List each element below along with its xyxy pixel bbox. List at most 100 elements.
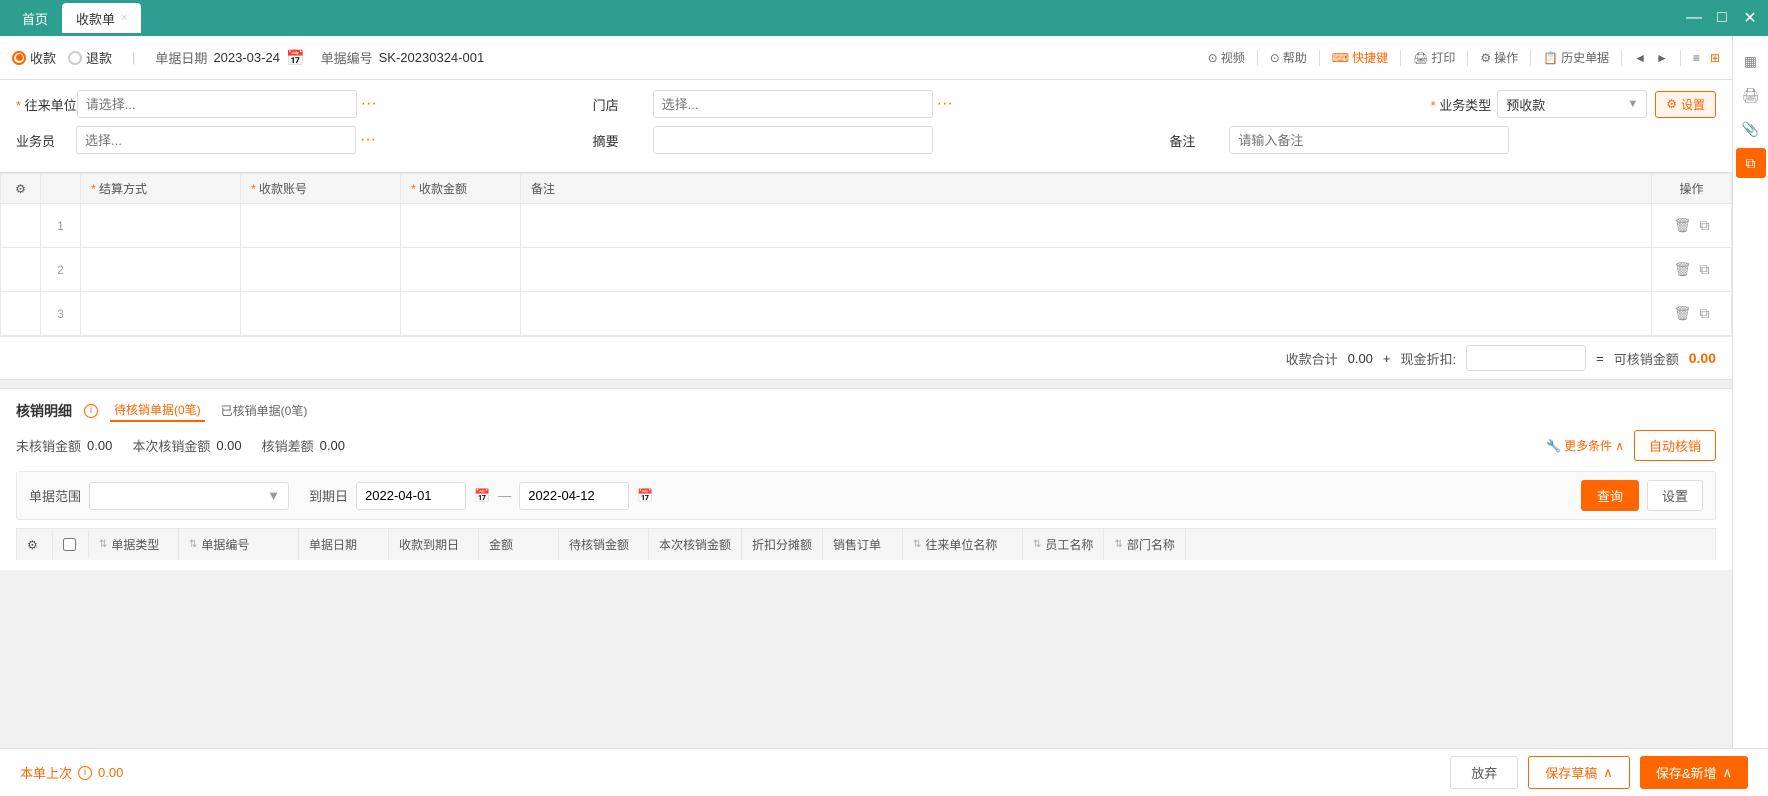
form-row-1: 往来单位 ··· 门店 ··· 业务类型 预收款 ▼ ⚙ 设置 — [16, 90, 1716, 118]
sidebar-screen-icon[interactable]: ⧉ — [1736, 148, 1766, 178]
store-input[interactable] — [653, 90, 933, 118]
verify-tab-done[interactable]: 已核销单据(0笔) — [217, 400, 312, 421]
delete-icon-1[interactable]: 🗑 — [1674, 217, 1692, 234]
td-jiesuan-2[interactable] — [81, 248, 241, 292]
sort-icon-num: ⇅ — [189, 539, 197, 550]
available-value: 0.00 — [1689, 350, 1716, 366]
unchecked-label: 未核销金额 — [16, 436, 81, 455]
td-remark-3[interactable] — [521, 292, 1652, 336]
biz-type-select[interactable]: 预收款 ▼ — [1497, 90, 1647, 118]
staff-field: 业务员 ··· — [16, 126, 563, 154]
doc-date-label: 单据日期 — [155, 48, 207, 67]
due-start-cal-icon[interactable]: 📅 — [474, 488, 490, 504]
maximize-button[interactable]: □ — [1712, 9, 1732, 27]
shortcut-link[interactable]: ⌨ 快捷键 — [1332, 49, 1388, 66]
tab-receipt[interactable]: 收款单 × — [62, 3, 141, 33]
td-jiesuan-3[interactable] — [81, 292, 241, 336]
history-link[interactable]: 📋 历史单据 — [1543, 49, 1609, 66]
td-jiesuan-1[interactable] — [81, 204, 241, 248]
window-close-button[interactable]: ✕ — [1740, 8, 1760, 28]
remark-input[interactable] — [1229, 126, 1509, 154]
th-account: 收款账号 — [241, 174, 401, 204]
discard-button[interactable]: 放弃 — [1450, 756, 1518, 789]
select-all-checkbox[interactable] — [63, 538, 76, 551]
doc-date-calendar-icon[interactable]: 📅 — [286, 49, 305, 67]
tab-home[interactable]: 首页 — [8, 3, 62, 33]
video-link[interactable]: ⊙ 视频 — [1208, 49, 1245, 66]
help-link[interactable]: ⊙ 帮助 — [1270, 49, 1307, 66]
divider6 — [1621, 50, 1622, 66]
copy-icon-3[interactable]: ⧉ — [1699, 305, 1709, 322]
td-remark-1[interactable] — [521, 204, 1652, 248]
tab-receipt-label: 收款单 — [76, 9, 115, 28]
save-draft-button[interactable]: 保存草稿 ∧ — [1528, 756, 1630, 789]
table-section: ⚙ 结算方式 收款账号 收款金额 备注 — [0, 173, 1732, 336]
sub-th-dept: ⇅ 部门名称 — [1104, 529, 1185, 560]
sub-th-setting[interactable]: ⚙ — [17, 531, 53, 559]
auto-verify-button[interactable]: 自动核销 — [1634, 430, 1716, 461]
menu-icon[interactable]: ≡ — [1693, 51, 1700, 65]
sub-settings-button[interactable]: 设置 — [1647, 480, 1703, 511]
query-button[interactable]: 查询 — [1581, 480, 1639, 511]
action-icons-1: 🗑 ⧉ — [1662, 217, 1721, 234]
expand-icon[interactable]: ⊞ — [1710, 51, 1720, 65]
th-setting[interactable]: ⚙ — [1, 174, 41, 204]
delete-icon-3[interactable]: 🗑 — [1674, 305, 1692, 322]
delete-icon-2[interactable]: 🗑 — [1674, 261, 1692, 278]
form-settings-button[interactable]: ⚙ 设置 — [1655, 91, 1716, 118]
discount-input[interactable] — [1466, 345, 1586, 371]
nav-prev-icon[interactable]: ◄ — [1634, 51, 1646, 65]
store-more-btn[interactable]: ··· — [937, 96, 953, 112]
radio-refund[interactable]: 退款 — [68, 48, 112, 67]
counter-party-more-btn[interactable]: ··· — [361, 96, 377, 112]
save-new-button[interactable]: 保存&新增 ∧ — [1640, 756, 1748, 789]
sub-th-doc-date: 单据日期 — [299, 529, 389, 560]
verify-header: 核销明细 i 待核销单据(0笔) 已核销单据(0笔) — [16, 399, 1716, 422]
prev-info-icon[interactable]: i — [78, 766, 92, 780]
verify-info-icon[interactable]: i — [84, 404, 98, 418]
due-end-input[interactable] — [519, 482, 629, 510]
td-remark-2[interactable] — [521, 248, 1652, 292]
sidebar-table-icon[interactable]: ▦ — [1736, 46, 1766, 76]
sub-th-pending: 待核销金额 — [559, 529, 649, 560]
divider5 — [1530, 50, 1531, 66]
doc-range-select[interactable]: ▼ — [89, 482, 289, 510]
due-start-input[interactable] — [356, 482, 466, 510]
doc-type-radio-group: 收款 退款 — [12, 48, 112, 67]
td-account-3[interactable] — [241, 292, 401, 336]
settings-gear-icon: ⚙ — [1666, 97, 1677, 111]
divider4 — [1467, 50, 1468, 66]
sort-icon-staff: ⇅ — [1033, 539, 1041, 550]
td-amount-1[interactable] — [401, 204, 521, 248]
td-amount-3[interactable] — [401, 292, 521, 336]
sidebar-attach-icon[interactable]: 📎 — [1736, 114, 1766, 144]
staff-input[interactable] — [76, 126, 356, 154]
copy-icon-2[interactable]: ⧉ — [1699, 261, 1709, 278]
verify-tab-pending[interactable]: 待核销单据(0笔) — [110, 399, 205, 422]
sidebar-print-icon[interactable]: 🖨 — [1736, 80, 1766, 110]
staff-more-btn[interactable]: ··· — [360, 132, 376, 148]
due-end-cal-icon[interactable]: 📅 — [637, 488, 653, 504]
verify-info-row: 未核销金额 0.00 本次核销金额 0.00 核销差额 0.00 🔧 更多条件 … — [16, 430, 1716, 461]
summary-input[interactable] — [653, 126, 933, 154]
td-account-2[interactable] — [241, 248, 401, 292]
sub-th-sales-order: 销售订单 — [823, 529, 903, 560]
bottom-actions: 放弃 保存草稿 ∧ 保存&新增 ∧ — [1450, 756, 1748, 789]
tab-close-icon[interactable]: × — [121, 12, 127, 24]
counter-party-input[interactable] — [77, 90, 357, 118]
sub-table-header: ⚙ ⇅ 单据类型 ⇅ 单据编号 单据日期 收款到期日 — [16, 528, 1716, 560]
print-link[interactable]: 🖨 打印 — [1413, 49, 1455, 66]
nav-next-icon[interactable]: ► — [1656, 51, 1668, 65]
copy-icon-1[interactable]: ⧉ — [1699, 217, 1709, 234]
toolbar-sep1: | — [132, 50, 135, 65]
more-conditions-btn[interactable]: 🔧 更多条件 ∧ — [1546, 437, 1624, 454]
minimize-button[interactable]: — — [1684, 9, 1704, 27]
td-amount-2[interactable] — [401, 248, 521, 292]
td-account-1[interactable] — [241, 204, 401, 248]
td-setting-3 — [1, 292, 41, 336]
remark-label: 备注 — [1169, 131, 1229, 150]
radio-collection[interactable]: 收款 — [12, 48, 56, 67]
operation-link[interactable]: ⚙ 操作 — [1480, 49, 1518, 66]
radio-refund-dot — [68, 51, 82, 65]
sort-icon-party: ⇅ — [913, 539, 921, 550]
